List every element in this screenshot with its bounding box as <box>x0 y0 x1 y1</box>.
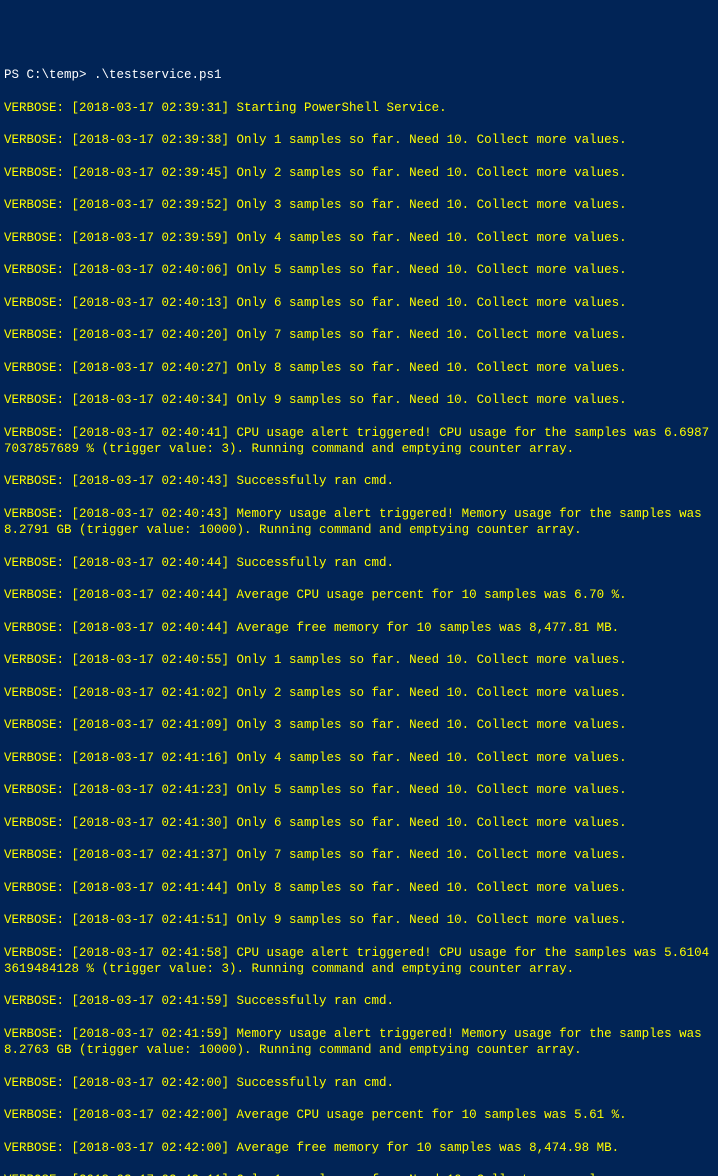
verbose-output-line: VERBOSE: [2018-03-17 02:40:44] Successfu… <box>4 555 714 571</box>
verbose-output-line: VERBOSE: [2018-03-17 02:40:44] Average f… <box>4 620 714 636</box>
verbose-output-line: VERBOSE: [2018-03-17 02:41:59] Memory us… <box>4 1026 714 1059</box>
verbose-output-line: VERBOSE: [2018-03-17 02:42:00] Average f… <box>4 1140 714 1156</box>
verbose-output-line: VERBOSE: [2018-03-17 02:39:45] Only 2 sa… <box>4 165 714 181</box>
verbose-output-line: VERBOSE: [2018-03-17 02:41:16] Only 4 sa… <box>4 750 714 766</box>
verbose-output-line: VERBOSE: [2018-03-17 02:40:41] CPU usage… <box>4 425 714 458</box>
verbose-output-line: VERBOSE: [2018-03-17 02:40:44] Average C… <box>4 587 714 603</box>
verbose-output-line: VERBOSE: [2018-03-17 02:40:20] Only 7 sa… <box>4 327 714 343</box>
verbose-output-line: VERBOSE: [2018-03-17 02:41:30] Only 6 sa… <box>4 815 714 831</box>
verbose-output-line: VERBOSE: [2018-03-17 02:41:44] Only 8 sa… <box>4 880 714 896</box>
verbose-output-line: VERBOSE: [2018-03-17 02:41:58] CPU usage… <box>4 945 714 978</box>
verbose-output-line: VERBOSE: [2018-03-17 02:40:43] Successfu… <box>4 473 714 489</box>
command-prompt-line: PS C:\temp> .\testservice.ps1 <box>4 67 714 83</box>
verbose-output-line: VERBOSE: [2018-03-17 02:40:43] Memory us… <box>4 506 714 539</box>
verbose-output-line: VERBOSE: [2018-03-17 02:41:23] Only 5 sa… <box>4 782 714 798</box>
verbose-output-line: VERBOSE: [2018-03-17 02:40:34] Only 9 sa… <box>4 392 714 408</box>
verbose-output-line: VERBOSE: [2018-03-17 02:41:51] Only 9 sa… <box>4 912 714 928</box>
verbose-output-line: VERBOSE: [2018-03-17 02:42:00] Successfu… <box>4 1075 714 1091</box>
verbose-output-line: VERBOSE: [2018-03-17 02:39:31] Starting … <box>4 100 714 116</box>
verbose-output-line: VERBOSE: [2018-03-17 02:40:27] Only 8 sa… <box>4 360 714 376</box>
verbose-output-line: VERBOSE: [2018-03-17 02:40:55] Only 1 sa… <box>4 652 714 668</box>
verbose-output-line: VERBOSE: [2018-03-17 02:39:38] Only 1 sa… <box>4 132 714 148</box>
verbose-output-line: VERBOSE: [2018-03-17 02:41:59] Successfu… <box>4 993 714 1009</box>
verbose-output-line: VERBOSE: [2018-03-17 02:39:59] Only 4 sa… <box>4 230 714 246</box>
verbose-output-line: VERBOSE: [2018-03-17 02:41:37] Only 7 sa… <box>4 847 714 863</box>
verbose-output-line: VERBOSE: [2018-03-17 02:40:13] Only 6 sa… <box>4 295 714 311</box>
verbose-output-line: VERBOSE: [2018-03-17 02:42:00] Average C… <box>4 1107 714 1123</box>
verbose-output-line: VERBOSE: [2018-03-17 02:41:02] Only 2 sa… <box>4 685 714 701</box>
verbose-output-line: VERBOSE: [2018-03-17 02:40:06] Only 5 sa… <box>4 262 714 278</box>
verbose-output-line: VERBOSE: [2018-03-17 02:41:09] Only 3 sa… <box>4 717 714 733</box>
verbose-output-line: VERBOSE: [2018-03-17 02:39:52] Only 3 sa… <box>4 197 714 213</box>
verbose-output-line: VERBOSE: [2018-03-17 02:42:11] Only 1 sa… <box>4 1172 714 1176</box>
